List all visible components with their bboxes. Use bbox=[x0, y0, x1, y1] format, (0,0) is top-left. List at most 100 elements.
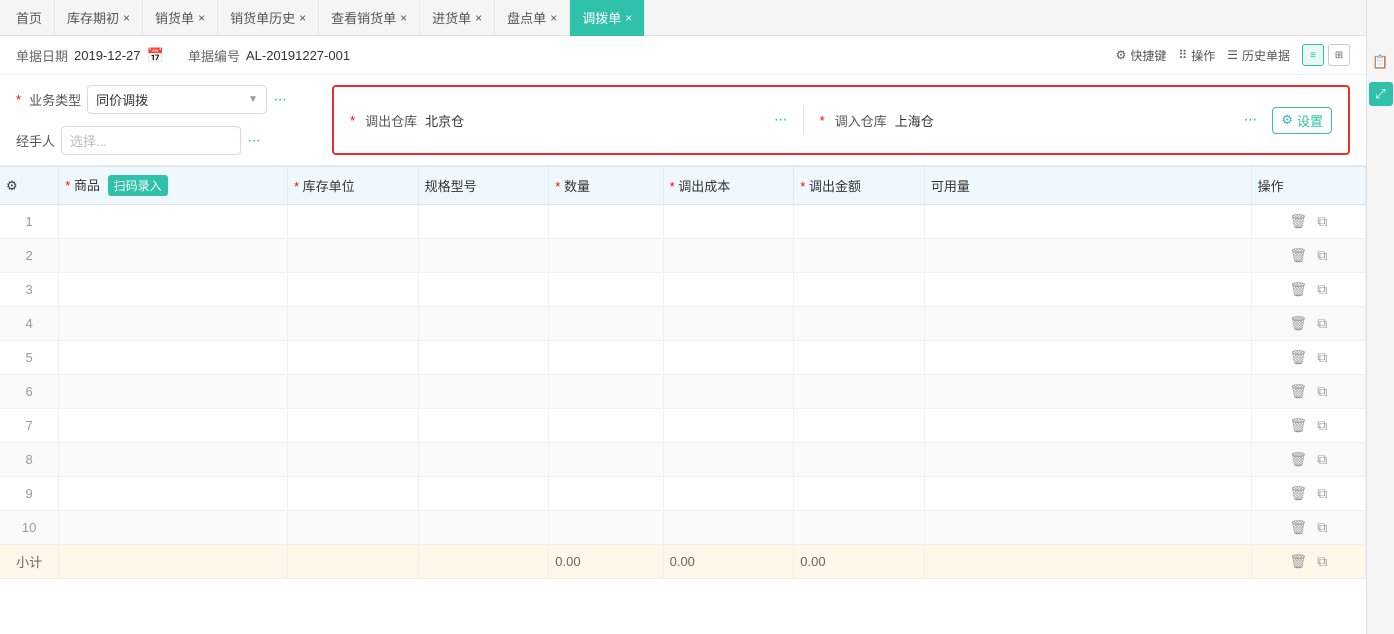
row-product-6[interactable] bbox=[59, 375, 288, 409]
row-spec-6[interactable] bbox=[418, 375, 549, 409]
gear-icon[interactable]: ⚙ bbox=[6, 178, 18, 193]
row-product-1[interactable] bbox=[59, 205, 288, 239]
close-tab-sales-order[interactable]: × bbox=[198, 11, 205, 25]
delete-row-5-button[interactable]: 🗑 bbox=[1287, 347, 1309, 368]
warehouse-out-more-button[interactable]: ··· bbox=[774, 111, 787, 129]
tab-sales-history[interactable]: 销货单历史 × bbox=[218, 0, 319, 36]
row-qty-4[interactable] bbox=[549, 307, 663, 341]
row-spec-1[interactable] bbox=[418, 205, 549, 239]
tab-inventory-check[interactable]: 盘点单 × bbox=[495, 0, 570, 36]
delete-row-10-button[interactable]: 🗑 bbox=[1287, 517, 1309, 538]
layout-list-button[interactable]: ≡ bbox=[1302, 44, 1324, 66]
delete-row-3-button[interactable]: 🗑 bbox=[1287, 279, 1309, 300]
subtotal-copy-button[interactable]: ⧉ bbox=[1315, 551, 1329, 572]
row-unit-8[interactable] bbox=[287, 443, 418, 477]
copy-row-6-button[interactable]: ⧉ bbox=[1315, 381, 1329, 402]
sidebar-expand-icon[interactable]: ⤢ bbox=[1369, 82, 1393, 106]
delete-row-4-button[interactable]: 🗑 bbox=[1287, 313, 1309, 334]
row-cost-1[interactable] bbox=[663, 205, 794, 239]
tab-inventory-start[interactable]: 库存期初 × bbox=[55, 0, 143, 36]
row-cost-6[interactable] bbox=[663, 375, 794, 409]
row-qty-6[interactable] bbox=[549, 375, 663, 409]
row-cost-8[interactable] bbox=[663, 443, 794, 477]
subtotal-delete-button[interactable]: 🗑 bbox=[1287, 551, 1309, 572]
row-amount-10[interactable] bbox=[794, 511, 925, 545]
row-amount-6[interactable] bbox=[794, 375, 925, 409]
row-unit-2[interactable] bbox=[287, 239, 418, 273]
delete-row-2-button[interactable]: 🗑 bbox=[1287, 245, 1309, 266]
tab-transfer[interactable]: 调拨单 × bbox=[570, 0, 645, 36]
row-unit-7[interactable] bbox=[287, 409, 418, 443]
row-unit-3[interactable] bbox=[287, 273, 418, 307]
row-spec-2[interactable] bbox=[418, 239, 549, 273]
row-qty-5[interactable] bbox=[549, 341, 663, 375]
row-amount-9[interactable] bbox=[794, 477, 925, 511]
tab-view-sales[interactable]: 查看销货单 × bbox=[319, 0, 420, 36]
row-amount-8[interactable] bbox=[794, 443, 925, 477]
operations-button[interactable]: ⠿ 操作 bbox=[1178, 47, 1215, 64]
row-cost-5[interactable] bbox=[663, 341, 794, 375]
row-qty-1[interactable] bbox=[549, 205, 663, 239]
row-amount-5[interactable] bbox=[794, 341, 925, 375]
close-tab-view-sales[interactable]: × bbox=[400, 11, 407, 25]
row-unit-1[interactable] bbox=[287, 205, 418, 239]
scan-button[interactable]: 扫码录入 bbox=[108, 175, 168, 196]
row-spec-8[interactable] bbox=[418, 443, 549, 477]
layout-grid-button[interactable]: ⊞ bbox=[1328, 44, 1350, 66]
row-amount-7[interactable] bbox=[794, 409, 925, 443]
shortcuts-button[interactable]: ⚙ 快捷键 bbox=[1116, 47, 1167, 64]
row-amount-1[interactable] bbox=[794, 205, 925, 239]
row-product-8[interactable] bbox=[59, 443, 288, 477]
row-unit-9[interactable] bbox=[287, 477, 418, 511]
row-cost-3[interactable] bbox=[663, 273, 794, 307]
row-qty-7[interactable] bbox=[549, 409, 663, 443]
row-product-4[interactable] bbox=[59, 307, 288, 341]
close-tab-inventory-check[interactable]: × bbox=[550, 11, 557, 25]
row-cost-2[interactable] bbox=[663, 239, 794, 273]
tab-home[interactable]: 首页 bbox=[4, 0, 55, 36]
row-product-10[interactable] bbox=[59, 511, 288, 545]
row-unit-6[interactable] bbox=[287, 375, 418, 409]
copy-row-2-button[interactable]: ⧉ bbox=[1315, 245, 1329, 266]
row-cost-10[interactable] bbox=[663, 511, 794, 545]
tab-purchase[interactable]: 进货单 × bbox=[420, 0, 495, 36]
row-spec-5[interactable] bbox=[418, 341, 549, 375]
row-amount-4[interactable] bbox=[794, 307, 925, 341]
agent-more-button[interactable]: ··· bbox=[247, 132, 260, 150]
row-unit-4[interactable] bbox=[287, 307, 418, 341]
close-tab-transfer[interactable]: × bbox=[625, 11, 632, 25]
history-button[interactable]: ☰ 历史单据 bbox=[1227, 47, 1290, 64]
row-amount-2[interactable] bbox=[794, 239, 925, 273]
row-qty-8[interactable] bbox=[549, 443, 663, 477]
delete-row-7-button[interactable]: 🗑 bbox=[1287, 415, 1309, 436]
copy-row-8-button[interactable]: ⧉ bbox=[1315, 449, 1329, 470]
copy-row-1-button[interactable]: ⧉ bbox=[1315, 211, 1329, 232]
table-container[interactable]: ⚙ * 商品 扫码录入 * 库存单位 规格型号 * bbox=[0, 166, 1366, 634]
agent-select[interactable]: 选择... bbox=[61, 126, 241, 155]
row-qty-3[interactable] bbox=[549, 273, 663, 307]
copy-row-9-button[interactable]: ⧉ bbox=[1315, 483, 1329, 504]
business-type-select[interactable]: 同价调拨 ▼ bbox=[87, 85, 267, 114]
delete-row-8-button[interactable]: 🗑 bbox=[1287, 449, 1309, 470]
copy-row-5-button[interactable]: ⧉ bbox=[1315, 347, 1329, 368]
row-product-3[interactable] bbox=[59, 273, 288, 307]
sidebar-notes-icon[interactable]: 📋 bbox=[1369, 50, 1393, 74]
delete-row-1-button[interactable]: 🗑 bbox=[1287, 211, 1309, 232]
row-unit-10[interactable] bbox=[287, 511, 418, 545]
row-spec-7[interactable] bbox=[418, 409, 549, 443]
delete-row-9-button[interactable]: 🗑 bbox=[1287, 483, 1309, 504]
row-qty-9[interactable] bbox=[549, 477, 663, 511]
close-tab-sales-history[interactable]: × bbox=[299, 11, 306, 25]
row-product-2[interactable] bbox=[59, 239, 288, 273]
row-spec-3[interactable] bbox=[418, 273, 549, 307]
tab-sales-order[interactable]: 销货单 × bbox=[143, 0, 218, 36]
copy-row-3-button[interactable]: ⧉ bbox=[1315, 279, 1329, 300]
row-product-5[interactable] bbox=[59, 341, 288, 375]
row-amount-3[interactable] bbox=[794, 273, 925, 307]
row-spec-10[interactable] bbox=[418, 511, 549, 545]
copy-row-10-button[interactable]: ⧉ bbox=[1315, 517, 1329, 538]
row-cost-4[interactable] bbox=[663, 307, 794, 341]
row-product-7[interactable] bbox=[59, 409, 288, 443]
row-cost-7[interactable] bbox=[663, 409, 794, 443]
warehouse-in-more-button[interactable]: ··· bbox=[1243, 111, 1256, 129]
